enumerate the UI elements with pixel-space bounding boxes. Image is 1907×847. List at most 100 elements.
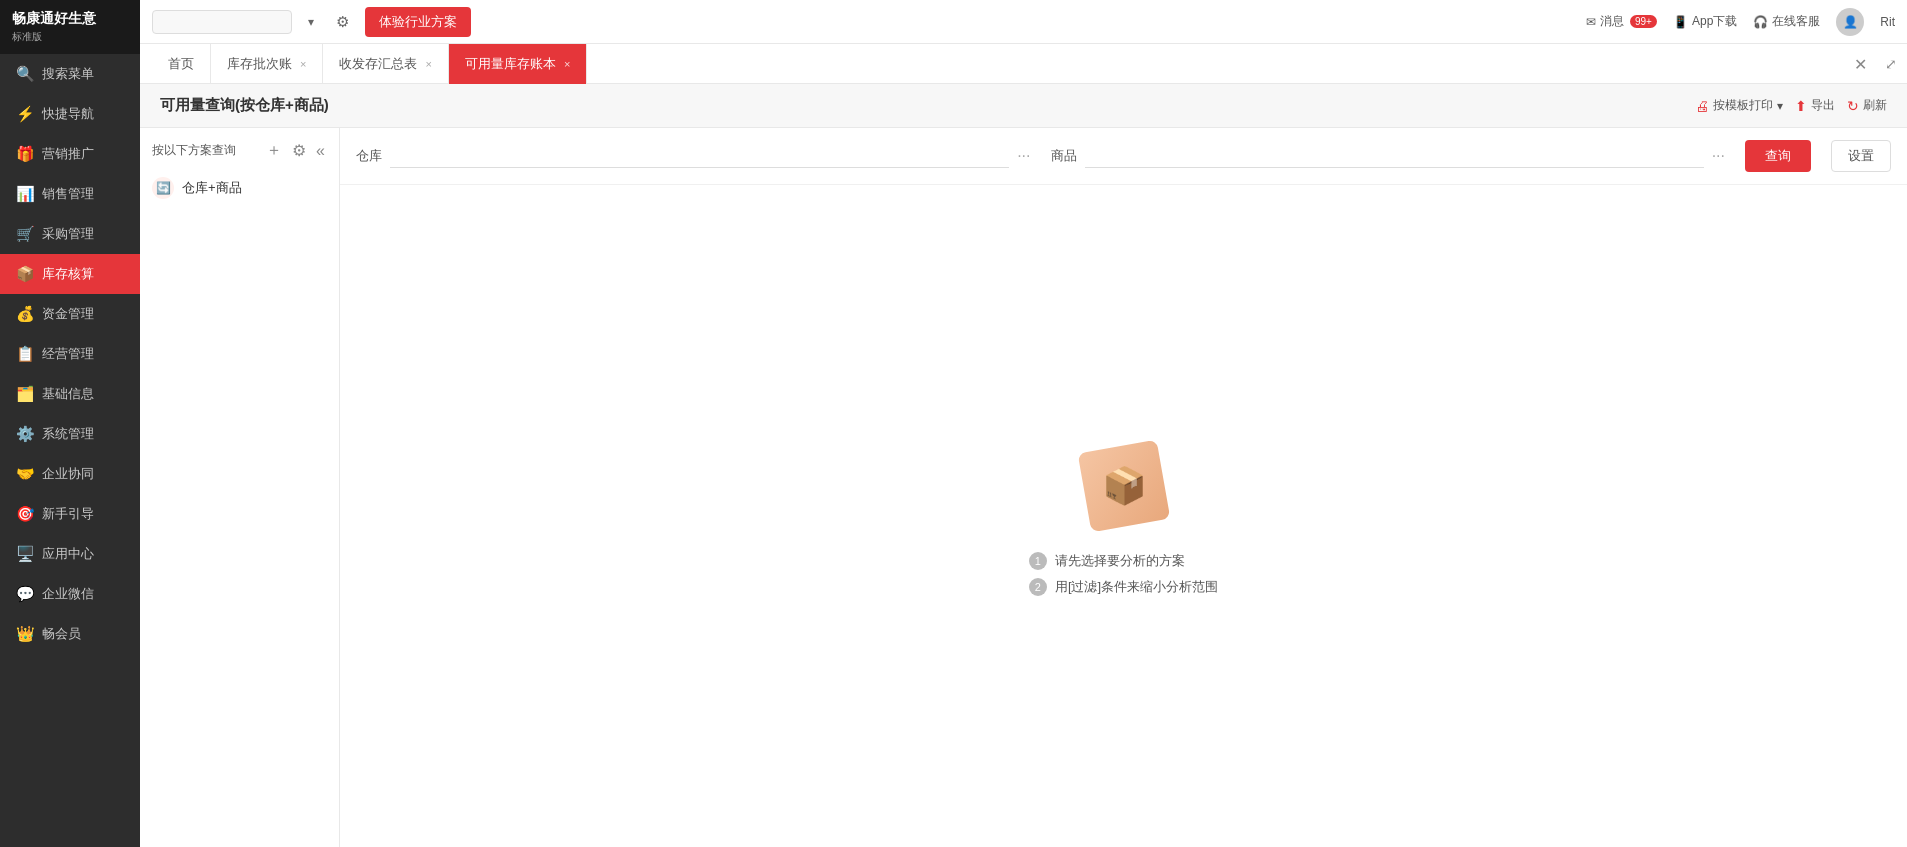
export-btn[interactable]: ⬆ 导出	[1795, 97, 1835, 114]
export-icon: ⬆	[1795, 98, 1807, 114]
search-input[interactable]	[152, 10, 292, 34]
page-title: 可用量查询(按仓库+商品)	[160, 96, 329, 115]
empty-tips: 1 请先选择要分析的方案 2 用[过滤]条件来缩小分析范围	[1029, 552, 1218, 596]
sidebar-item-wechat[interactable]: 💬 企业微信	[0, 574, 140, 614]
online-service-label: 在线客服	[1772, 13, 1820, 30]
online-service-btn[interactable]: 🎧 在线客服	[1753, 13, 1820, 30]
tab-collect-summary-label: 收发存汇总表	[339, 55, 417, 73]
tab-batch-ledger[interactable]: 库存批次账 ×	[211, 44, 323, 84]
filter-panel-header: 按以下方案查询 ＋ ⚙ «	[140, 140, 339, 169]
filter-settings-btn[interactable]: ⚙	[290, 141, 308, 160]
tabs-close-all-btn[interactable]: ✕	[1854, 54, 1867, 73]
sidebar-nav: 🔍 搜索菜单 ⚡ 快捷导航 🎁 营销推广 📊 销售管理 🛒 采购管理 📦 库存核…	[0, 54, 140, 847]
sidebar-item-new-guide[interactable]: 🎯 新手引导	[0, 494, 140, 534]
sidebar-item-sales[interactable]: 📊 销售管理	[0, 174, 140, 214]
empty-state: 1 请先选择要分析的方案 2 用[过滤]条件来缩小分析范围	[340, 185, 1907, 847]
page-header-actions: 🖨 按模板打印 ▾ ⬆ 导出 ↻ 刷新	[1695, 97, 1887, 114]
query-settings-btn[interactable]: 设置	[1831, 140, 1891, 172]
export-label: 导出	[1811, 97, 1835, 114]
empty-tip-2: 2 用[过滤]条件来缩小分析范围	[1029, 578, 1218, 596]
print-icon: 🖨	[1695, 98, 1709, 114]
product-more-btn[interactable]: ···	[1712, 147, 1725, 165]
sidebar-label-member: 畅会员	[42, 625, 81, 643]
sidebar-label-finance: 资金管理	[42, 305, 94, 323]
sidebar-item-search[interactable]: 🔍 搜索菜单	[0, 54, 140, 94]
sidebar-item-finance[interactable]: 💰 资金管理	[0, 294, 140, 334]
industry-btn[interactable]: 体验行业方案	[365, 7, 471, 37]
print-dropdown-icon: ▾	[1777, 99, 1783, 113]
sidebar-label-basic-info: 基础信息	[42, 385, 94, 403]
filter-panel-title: 按以下方案查询	[152, 142, 236, 159]
username[interactable]: Rit	[1880, 15, 1895, 29]
tab-available-ledger-close[interactable]: ×	[564, 58, 570, 70]
tab-collect-summary[interactable]: 收发存汇总表 ×	[323, 44, 448, 84]
sidebar-icon-app-center: 🖥️	[16, 545, 34, 563]
tab-home[interactable]: 首页	[152, 44, 211, 84]
app-download-btn[interactable]: 📱 App下载	[1673, 13, 1737, 30]
filter-panel-header-actions: ＋ ⚙ «	[264, 140, 327, 161]
empty-box-icon	[1077, 440, 1170, 533]
search-dropdown-btn[interactable]: ▾	[302, 11, 320, 33]
message-btn[interactable]: ✉ 消息 99+	[1586, 13, 1657, 30]
product-field: 商品 ···	[1051, 144, 1726, 168]
print-template-label: 按模板打印	[1713, 97, 1773, 114]
tab-available-ledger-label: 可用量库存账本	[465, 55, 556, 73]
product-input[interactable]	[1085, 144, 1704, 168]
refresh-btn[interactable]: ↻ 刷新	[1847, 97, 1887, 114]
warehouse-more-btn[interactable]: ···	[1017, 147, 1030, 165]
sidebar-logo-title: 畅康通好生意	[12, 10, 96, 28]
query-toolbar: 仓库 ··· 商品 ··· 查询 设置	[340, 128, 1907, 185]
sidebar-label-search: 搜索菜单	[42, 65, 94, 83]
tab-available-ledger[interactable]: 可用量库存账本 ×	[449, 44, 587, 84]
empty-tip-1-text: 请先选择要分析的方案	[1055, 552, 1185, 570]
topbar-right: ✉ 消息 99+ 📱 App下载 🎧 在线客服 👤 Rit	[1586, 8, 1895, 36]
filter-collapse-btn[interactable]: «	[314, 142, 327, 160]
sidebar-label-shortcut: 快捷导航	[42, 105, 94, 123]
sidebar-item-inventory[interactable]: 📦 库存核算	[0, 254, 140, 294]
empty-tip-2-text: 用[过滤]条件来缩小分析范围	[1055, 578, 1218, 596]
main-area: ▾ ⚙ 体验行业方案 ✉ 消息 99+ 📱 App下载 🎧 在线客服 👤 Rit	[140, 0, 1907, 847]
gear-btn[interactable]: ⚙	[330, 9, 355, 35]
refresh-label: 刷新	[1863, 97, 1887, 114]
filter-item-warehouse-product[interactable]: 🔄 仓库+商品	[140, 169, 339, 207]
sidebar-label-inventory: 库存核算	[42, 265, 94, 283]
query-btn[interactable]: 查询	[1745, 140, 1811, 172]
refresh-icon: ↻	[1847, 98, 1859, 114]
sidebar-icon-marketing-promo: 🎁	[16, 145, 34, 163]
sidebar-icon-search: 🔍	[16, 65, 34, 83]
sidebar-item-system[interactable]: ⚙️ 系统管理	[0, 414, 140, 454]
page-header: 可用量查询(按仓库+商品) 🖨 按模板打印 ▾ ⬆ 导出 ↻ 刷新	[140, 84, 1907, 128]
sidebar-item-purchase[interactable]: 🛒 采购管理	[0, 214, 140, 254]
sidebar-item-app-center[interactable]: 🖥️ 应用中心	[0, 534, 140, 574]
warehouse-field: 仓库 ···	[356, 144, 1031, 168]
sidebar-item-operation[interactable]: 📋 经营管理	[0, 334, 140, 374]
sidebar-label-sales: 销售管理	[42, 185, 94, 203]
tab-batch-ledger-close[interactable]: ×	[300, 58, 306, 70]
sidebar-icon-new-guide: 🎯	[16, 505, 34, 523]
sidebar-icon-wechat: 💬	[16, 585, 34, 603]
sidebar-item-basic-info[interactable]: 🗂️ 基础信息	[0, 374, 140, 414]
sidebar-logo-subtitle: 标准版	[12, 30, 42, 44]
tab-collect-summary-close[interactable]: ×	[425, 58, 431, 70]
sidebar-item-shortcut[interactable]: ⚡ 快捷导航	[0, 94, 140, 134]
sidebar-label-operation: 经营管理	[42, 345, 94, 363]
filter-add-btn[interactable]: ＋	[264, 140, 284, 161]
sidebar-icon-cooperation: 🤝	[16, 465, 34, 483]
tip-num-1: 1	[1029, 552, 1047, 570]
print-template-btn[interactable]: 🖨 按模板打印 ▾	[1695, 97, 1783, 114]
sidebar-icon-inventory: 📦	[16, 265, 34, 283]
tabs-expand-btn[interactable]: ⤢	[1885, 56, 1897, 72]
filter-item-label: 仓库+商品	[182, 179, 242, 197]
sidebar-item-cooperation[interactable]: 🤝 企业协同	[0, 454, 140, 494]
sidebar: 畅康通好生意 标准版 🔍 搜索菜单 ⚡ 快捷导航 🎁 营销推广 📊 销售管理 🛒…	[0, 0, 140, 847]
sidebar-label-wechat: 企业微信	[42, 585, 94, 603]
query-area: 仓库 ··· 商品 ··· 查询 设置 1	[340, 128, 1907, 847]
sidebar-icon-sales: 📊	[16, 185, 34, 203]
sidebar-item-marketing-promo[interactable]: 🎁 营销推广	[0, 134, 140, 174]
online-service-icon: 🎧	[1753, 15, 1768, 29]
tabs-bar: 首页 库存批次账 × 收发存汇总表 × 可用量库存账本 × ✕ ⤢	[140, 44, 1907, 84]
sidebar-item-member[interactable]: 👑 畅会员	[0, 614, 140, 654]
sidebar-icon-operation: 📋	[16, 345, 34, 363]
message-label: 消息	[1600, 13, 1624, 30]
warehouse-input[interactable]	[390, 144, 1009, 168]
